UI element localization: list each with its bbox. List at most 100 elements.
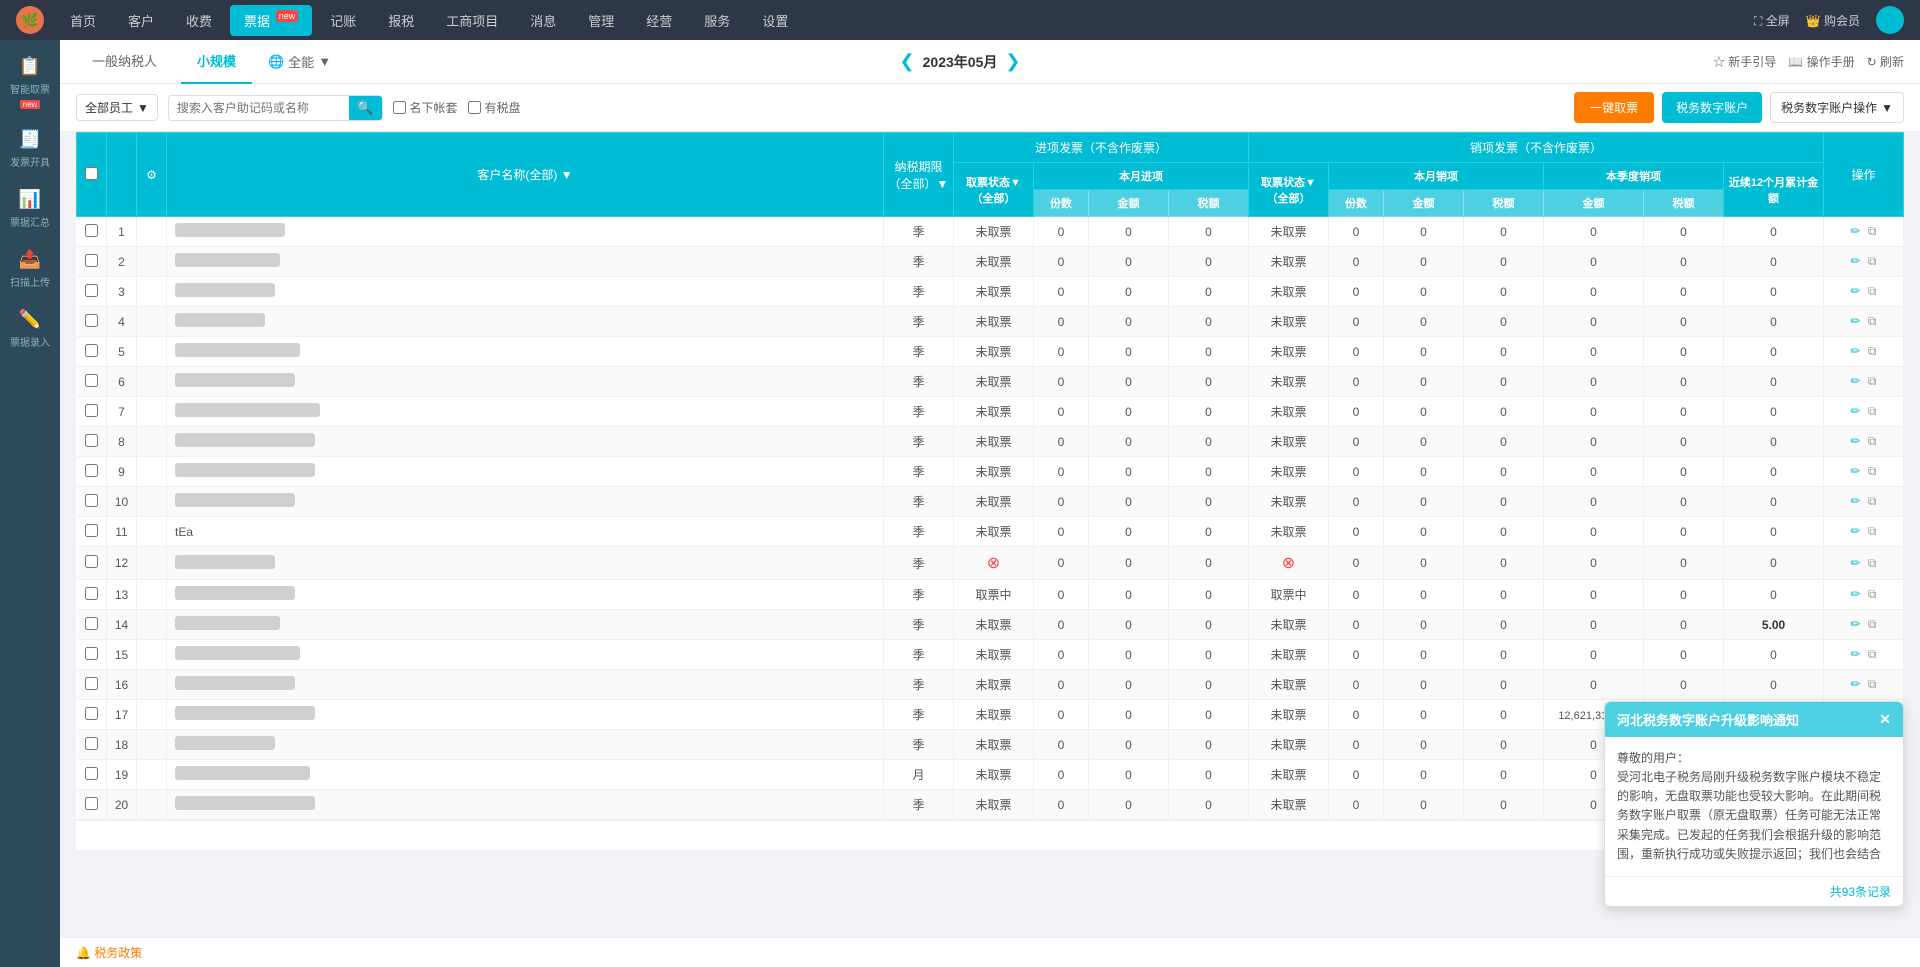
nav-bookkeeping[interactable]: 记账 xyxy=(316,5,370,36)
nav-business[interactable]: 工商项目 xyxy=(432,5,512,36)
copy-button[interactable]: ⧉ xyxy=(1868,224,1877,238)
row-select[interactable] xyxy=(85,404,98,417)
has-tax-disk-checkbox[interactable]: 有税盘 xyxy=(468,99,521,116)
under-accounts-input[interactable] xyxy=(393,101,406,114)
copy-button[interactable]: ⧉ xyxy=(1868,374,1877,388)
row-select[interactable] xyxy=(85,344,98,357)
copy-button[interactable]: ⧉ xyxy=(1868,556,1877,570)
row-checkbox[interactable] xyxy=(77,277,107,307)
row-select[interactable] xyxy=(85,494,98,507)
row-select[interactable] xyxy=(85,434,98,447)
tab-small-scale[interactable]: 小规模 xyxy=(181,40,252,84)
nav-messages[interactable]: 消息 xyxy=(516,5,570,36)
row-checkbox[interactable] xyxy=(77,217,107,247)
next-month-button[interactable]: ❯ xyxy=(1005,51,1020,72)
edit-button[interactable]: ✏ xyxy=(1851,524,1861,538)
sidebar-item-ticket-entry[interactable]: ✏️ 票据录入 xyxy=(2,301,58,357)
edit-button[interactable]: ✏ xyxy=(1851,344,1861,358)
sidebar-item-smart-ticket[interactable]: 📋 智能取票 new xyxy=(2,48,58,117)
edit-button[interactable]: ✏ xyxy=(1851,314,1861,328)
prev-month-button[interactable]: ❮ xyxy=(900,51,915,72)
row-checkbox[interactable] xyxy=(77,457,107,487)
copy-button[interactable]: ⧉ xyxy=(1868,314,1877,328)
edit-button[interactable]: ✏ xyxy=(1851,404,1861,418)
copy-button[interactable]: ⧉ xyxy=(1868,344,1877,358)
th-income-ticket-status[interactable]: 取票状态▼（全部） xyxy=(954,163,1034,217)
row-checkbox[interactable] xyxy=(77,547,107,580)
tax-digital-account-button[interactable]: 税务数字账户 xyxy=(1662,92,1762,123)
edit-button[interactable]: ✏ xyxy=(1851,254,1861,268)
row-select[interactable] xyxy=(85,314,98,327)
notification-close-button[interactable]: ✕ xyxy=(1879,711,1891,728)
row-checkbox[interactable] xyxy=(77,367,107,397)
row-checkbox[interactable] xyxy=(77,790,107,820)
nav-tax[interactable]: 报税 xyxy=(374,5,428,36)
edit-button[interactable]: ✏ xyxy=(1851,677,1861,691)
edit-button[interactable]: ✏ xyxy=(1851,224,1861,238)
nav-tickets[interactable]: 票据 new xyxy=(230,5,312,36)
copy-button[interactable]: ⧉ xyxy=(1868,494,1877,508)
nav-services[interactable]: 服务 xyxy=(690,5,744,36)
row-checkbox[interactable] xyxy=(77,700,107,730)
row-checkbox[interactable] xyxy=(77,247,107,277)
row-select[interactable] xyxy=(85,737,98,750)
row-checkbox[interactable] xyxy=(77,337,107,367)
edit-button[interactable]: ✏ xyxy=(1851,464,1861,478)
nav-customers[interactable]: 客户 xyxy=(114,5,168,36)
copy-button[interactable]: ⧉ xyxy=(1868,647,1877,661)
customer-search-input[interactable] xyxy=(169,97,349,119)
row-checkbox[interactable] xyxy=(77,487,107,517)
copy-button[interactable]: ⧉ xyxy=(1868,464,1877,478)
has-tax-disk-input[interactable] xyxy=(468,101,481,114)
th-tax-period[interactable]: 纳税期限（全部）▼ xyxy=(884,133,954,217)
row-checkbox[interactable] xyxy=(77,670,107,700)
row-select[interactable] xyxy=(85,707,98,720)
row-checkbox[interactable] xyxy=(77,307,107,337)
fullscreen-btn[interactable]: ⛶ 全屏 xyxy=(1754,12,1790,29)
edit-button[interactable]: ✏ xyxy=(1851,494,1861,508)
copy-button[interactable]: ⧉ xyxy=(1868,284,1877,298)
nav-home[interactable]: 首页 xyxy=(56,5,110,36)
edit-button[interactable]: ✏ xyxy=(1851,647,1861,661)
row-select[interactable] xyxy=(85,254,98,267)
select-all-checkbox[interactable] xyxy=(85,167,98,180)
row-select[interactable] xyxy=(85,555,98,568)
sidebar-item-invoice-open[interactable]: 🧾 发票开具 xyxy=(2,121,58,177)
copy-button[interactable]: ⧉ xyxy=(1868,587,1877,601)
row-checkbox[interactable] xyxy=(77,517,107,547)
search-button[interactable]: 🔍 xyxy=(349,96,382,120)
row-select[interactable] xyxy=(85,617,98,630)
tab-all[interactable]: 🌐 全能 ▼ xyxy=(260,40,339,83)
tax-digital-account-ops-button[interactable]: 税务数字账户操作 ▼ xyxy=(1770,92,1904,123)
edit-button[interactable]: ✏ xyxy=(1851,374,1861,388)
row-select[interactable] xyxy=(85,224,98,237)
row-checkbox[interactable] xyxy=(77,397,107,427)
nav-operations[interactable]: 经营 xyxy=(632,5,686,36)
row-checkbox[interactable] xyxy=(77,580,107,610)
edit-button[interactable]: ✏ xyxy=(1851,617,1861,631)
row-select[interactable] xyxy=(85,677,98,690)
row-checkbox[interactable] xyxy=(77,640,107,670)
manual-link[interactable]: 📖 操作手册 xyxy=(1788,53,1854,70)
row-select[interactable] xyxy=(85,374,98,387)
edit-button[interactable]: ✏ xyxy=(1851,587,1861,601)
tab-general-taxpayer[interactable]: 一般纳税人 xyxy=(76,40,173,84)
row-select[interactable] xyxy=(85,587,98,600)
employee-filter[interactable]: 全部员工 ▼ xyxy=(76,94,158,121)
membership-btn[interactable]: 👑 购会员 xyxy=(1806,12,1860,29)
nav-management[interactable]: 管理 xyxy=(574,5,628,36)
row-select[interactable] xyxy=(85,524,98,537)
records-info[interactable]: 共93条记录 xyxy=(1830,885,1891,899)
edit-button[interactable]: ✏ xyxy=(1851,556,1861,570)
edit-button[interactable]: ✏ xyxy=(1851,284,1861,298)
th-outcome-ticket-status[interactable]: 取票状态▼（全部） xyxy=(1249,163,1329,217)
nav-fees[interactable]: 收费 xyxy=(172,5,226,36)
copy-button[interactable]: ⧉ xyxy=(1868,254,1877,268)
sidebar-item-ticket-summary[interactable]: 📊 票据汇总 xyxy=(2,181,58,237)
user-avatar[interactable] xyxy=(1876,6,1904,34)
row-checkbox[interactable] xyxy=(77,610,107,640)
refresh-link[interactable]: ↻ 刷新 xyxy=(1867,53,1904,70)
row-checkbox[interactable] xyxy=(77,760,107,790)
copy-button[interactable]: ⧉ xyxy=(1868,524,1877,538)
under-accounts-checkbox[interactable]: 名下帐套 xyxy=(393,99,458,116)
